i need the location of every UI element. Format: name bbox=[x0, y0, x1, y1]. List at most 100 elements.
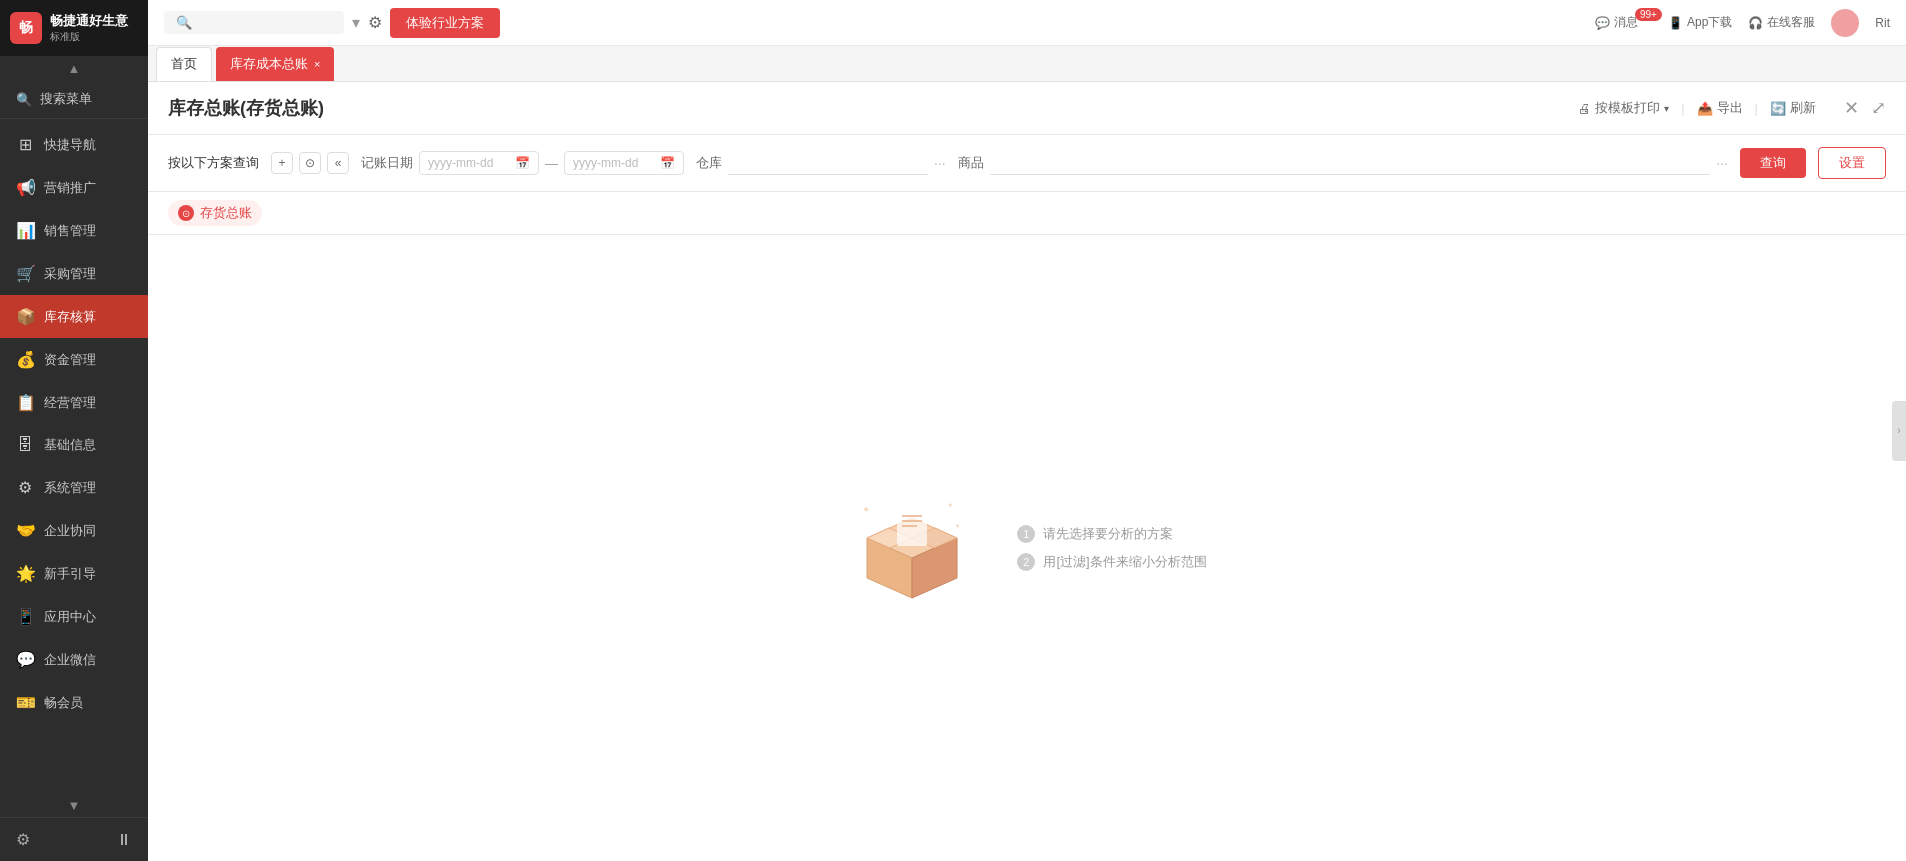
app-download-btn[interactable]: 📱 App下载 bbox=[1668, 14, 1732, 31]
date-field: 记账日期 yyyy-mm-dd 📅 — yyyy-mm-dd 📅 bbox=[361, 151, 684, 175]
sidebar-item-yingyong[interactable]: 📱 应用中心 bbox=[0, 595, 148, 638]
sidebar-label: 新手引导 bbox=[44, 565, 96, 583]
tab-home[interactable]: 首页 bbox=[156, 47, 212, 81]
warehouse-label: 仓库 bbox=[696, 154, 722, 172]
purchase-icon: 🛒 bbox=[16, 264, 34, 283]
sidebar-search-btn[interactable]: 🔍 搜索菜单 bbox=[0, 80, 148, 119]
topbar-chevron-icon[interactable]: ▾ bbox=[352, 13, 360, 32]
refresh-label: 刷新 bbox=[1790, 99, 1816, 117]
tab-kucun-chengben[interactable]: 库存成本总账 × bbox=[216, 47, 334, 81]
sidebar-item-jichu[interactable]: 🗄 基础信息 bbox=[0, 424, 148, 466]
sidebar-label: 应用中心 bbox=[44, 608, 96, 626]
export-btn[interactable]: 📤 导出 bbox=[1697, 99, 1743, 117]
topbar: 🔍 ▾ ⚙ 体验行业方案 💬 消息 99+ 📱 App下载 🎧 在线客服 Rit bbox=[148, 0, 1906, 46]
date-end-placeholder: yyyy-mm-dd bbox=[573, 156, 638, 170]
sidebar-label: 资金管理 bbox=[44, 351, 96, 369]
warehouse-more-icon[interactable]: ··· bbox=[934, 155, 946, 171]
scheme-bar: ⊙ 存货总账 bbox=[148, 192, 1906, 235]
panel-close-icon[interactable]: ✕ bbox=[1844, 97, 1859, 119]
home-tab-label: 首页 bbox=[171, 55, 197, 73]
tab-close-icon[interactable]: × bbox=[314, 58, 320, 70]
online-service-label: 在线客服 bbox=[1767, 14, 1815, 31]
print-btn[interactable]: 🖨 按模板打印 ▾ bbox=[1578, 99, 1669, 117]
sidebar-item-caigou[interactable]: 🛒 采购管理 bbox=[0, 252, 148, 295]
sidebar-item-kuaijie[interactable]: ⊞ 快捷导航 bbox=[0, 123, 148, 166]
product-more-icon[interactable]: ··· bbox=[1716, 155, 1728, 171]
query-btn[interactable]: 查询 bbox=[1740, 148, 1806, 178]
warehouse-field: 仓库 ··· bbox=[696, 152, 946, 175]
sidebar-item-xiaoshou[interactable]: 📊 销售管理 bbox=[0, 209, 148, 252]
empty-text: 1 请先选择要分析的方案 2 用[过滤]条件来缩小分析范围 bbox=[1017, 525, 1206, 571]
sidebar-label: 基础信息 bbox=[44, 436, 96, 454]
refresh-btn[interactable]: 🔄 刷新 bbox=[1770, 99, 1816, 117]
settings-btn[interactable]: 设置 bbox=[1818, 147, 1886, 179]
filter-bar: 按以下方案查询 + ⊙ « 记账日期 yyyy-mm-dd 📅 — yyyy-m… bbox=[148, 135, 1906, 192]
product-field: 商品 ··· bbox=[958, 152, 1728, 175]
page-header: 库存总账(存货总账) 🖨 按模板打印 ▾ | 📤 导出 | 🔄 刷新 bbox=[148, 82, 1906, 135]
print-icon: 🖨 bbox=[1578, 101, 1591, 116]
panel-expand-icon[interactable]: ⤢ bbox=[1871, 97, 1886, 119]
sidebar-label: 库存核算 bbox=[44, 308, 96, 326]
empty-hint-2: 2 用[过滤]条件来缩小分析范围 bbox=[1017, 553, 1206, 571]
tabbar: 首页 库存成本总账 × bbox=[148, 46, 1906, 82]
messages-badge: 99+ bbox=[1635, 8, 1662, 21]
filter-add-btn[interactable]: + bbox=[271, 152, 293, 174]
sidebar-item-jingying[interactable]: 📋 经营管理 bbox=[0, 381, 148, 424]
print-chevron: ▾ bbox=[1664, 103, 1669, 114]
user-name[interactable]: Rit bbox=[1875, 16, 1890, 30]
product-input[interactable] bbox=[990, 152, 1711, 175]
messages-btn[interactable]: 💬 消息 99+ bbox=[1595, 14, 1652, 31]
trial-btn[interactable]: 体验行业方案 bbox=[390, 8, 500, 38]
export-icon: 📤 bbox=[1697, 101, 1713, 116]
warehouse-input[interactable] bbox=[728, 152, 928, 175]
marketing-icon: 📢 bbox=[16, 178, 34, 197]
topbar-search[interactable]: 🔍 bbox=[164, 11, 344, 34]
step1-num: 1 bbox=[1017, 525, 1035, 543]
separator2: | bbox=[1755, 101, 1758, 116]
topbar-settings-icon[interactable]: ⚙ bbox=[368, 13, 382, 32]
sidebar-item-yingxiao[interactable]: 📢 营销推广 bbox=[0, 166, 148, 209]
sidebar-item-qiye[interactable]: 🤝 企业协同 bbox=[0, 509, 148, 552]
footer-menu-icon[interactable]: ⏸ bbox=[116, 831, 132, 849]
sidebar-label: 企业微信 bbox=[44, 651, 96, 669]
right-panel-toggle[interactable]: › bbox=[1892, 401, 1906, 461]
sidebar-item-xinshou[interactable]: 🌟 新手引导 bbox=[0, 552, 148, 595]
main-area: 🔍 ▾ ⚙ 体验行业方案 💬 消息 99+ 📱 App下载 🎧 在线客服 Rit bbox=[148, 0, 1906, 861]
sidebar-item-huiyuan[interactable]: 🎫 畅会员 bbox=[0, 681, 148, 724]
scheme-dot-icon: ⊙ bbox=[178, 205, 194, 221]
date-label: 记账日期 bbox=[361, 154, 413, 172]
sidebar-logo: 畅 畅捷通好生意 标准版 bbox=[0, 0, 148, 56]
active-tab-label: 库存成本总账 bbox=[230, 55, 308, 73]
sidebar-label: 畅会员 bbox=[44, 694, 83, 712]
filter-collapse-btn[interactable]: « bbox=[327, 152, 349, 174]
date-end-input[interactable]: yyyy-mm-dd 📅 bbox=[564, 151, 684, 175]
filter-manage-btn[interactable]: ⊙ bbox=[299, 152, 321, 174]
date-start-input[interactable]: yyyy-mm-dd 📅 bbox=[419, 151, 539, 175]
scheme-label: 存货总账 bbox=[200, 204, 252, 222]
sidebar-scroll-down[interactable]: ▼ bbox=[0, 793, 148, 817]
hint1-text: 请先选择要分析的方案 bbox=[1043, 525, 1173, 543]
sidebar-item-xitong[interactable]: ⚙ 系统管理 bbox=[0, 466, 148, 509]
filter-actions: + ⊙ « bbox=[271, 152, 349, 174]
sidebar-item-zijin[interactable]: 💰 资金管理 bbox=[0, 338, 148, 381]
calendar2-icon: 📅 bbox=[660, 156, 675, 170]
sidebar-label: 营销推广 bbox=[44, 179, 96, 197]
topbar-right: 💬 消息 99+ 📱 App下载 🎧 在线客服 Rit bbox=[1595, 9, 1890, 37]
guide-icon: 🌟 bbox=[16, 564, 34, 583]
sidebar-scroll-up[interactable]: ▲ bbox=[0, 56, 148, 80]
online-service-btn[interactable]: 🎧 在线客服 bbox=[1748, 14, 1815, 31]
sidebar-item-kucun[interactable]: 📦 库存核算 bbox=[0, 295, 148, 338]
app-center-icon: 📱 bbox=[16, 607, 34, 626]
search-icon: 🔍 bbox=[16, 92, 32, 107]
svg-text:✦: ✦ bbox=[862, 504, 870, 515]
separator1: | bbox=[1681, 101, 1684, 116]
print-label: 按模板打印 bbox=[1595, 99, 1660, 117]
sidebar-item-weixin[interactable]: 💬 企业微信 bbox=[0, 638, 148, 681]
phone-icon: 📱 bbox=[1668, 16, 1683, 30]
step2-num: 2 bbox=[1017, 553, 1035, 571]
footer-settings-icon[interactable]: ⚙ bbox=[16, 830, 30, 849]
scheme-item[interactable]: ⊙ 存货总账 bbox=[168, 200, 262, 226]
user-avatar[interactable] bbox=[1831, 9, 1859, 37]
collab-icon: 🤝 bbox=[16, 521, 34, 540]
calendar-icon: 📅 bbox=[515, 156, 530, 170]
